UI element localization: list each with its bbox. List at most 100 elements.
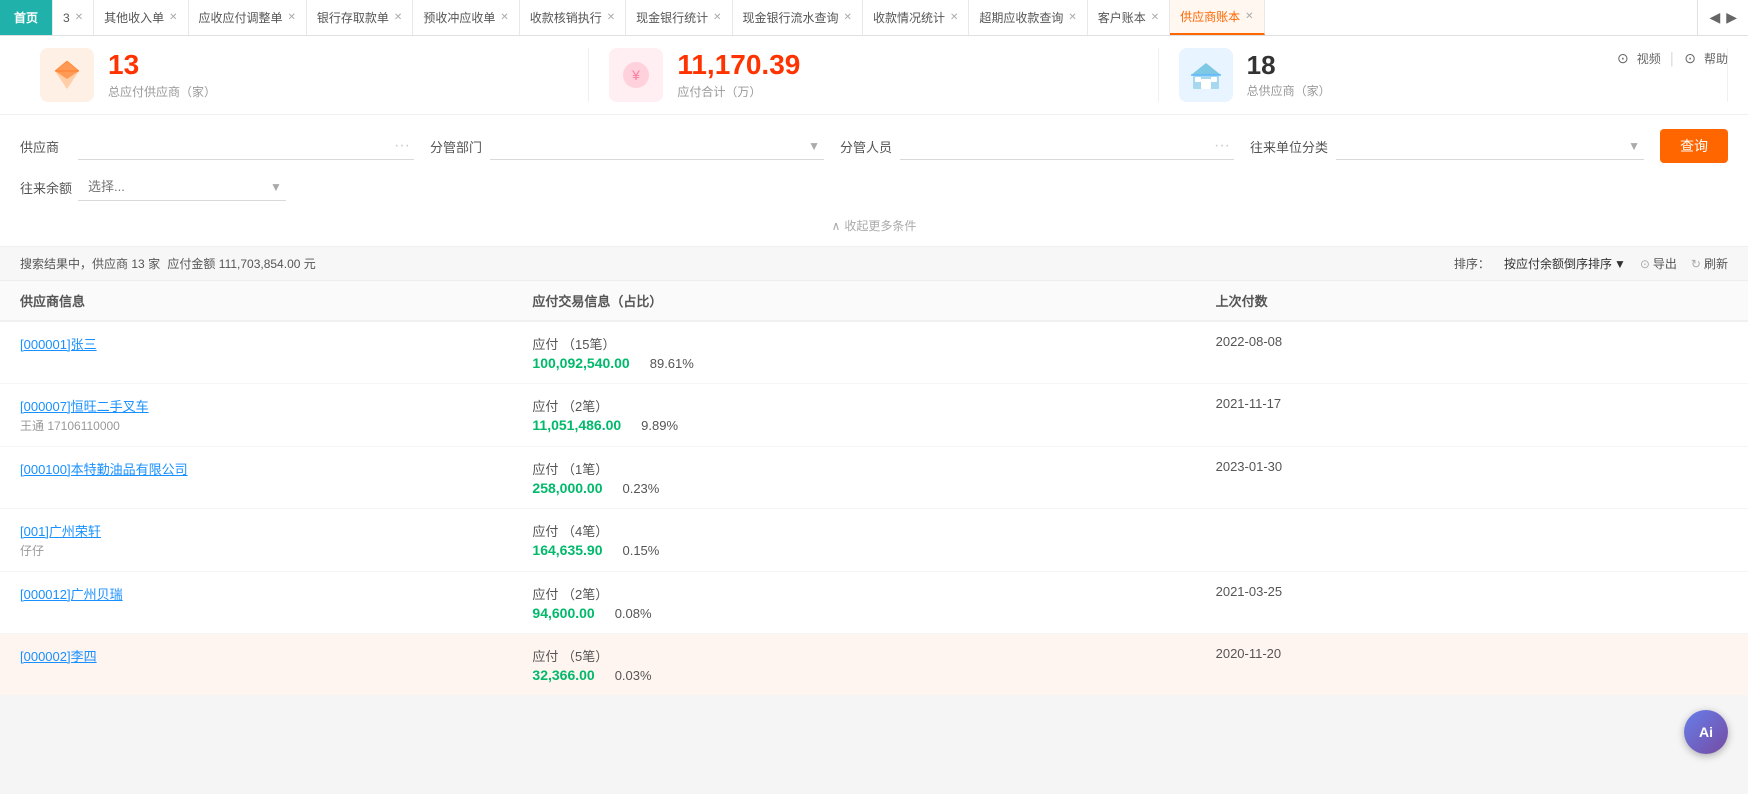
nav-tab-supplier-book[interactable]: 供应商账本 ✕: [1170, 0, 1264, 35]
close-icon[interactable]: ✕: [713, 12, 721, 23]
help-link[interactable]: 帮助: [1704, 50, 1728, 67]
tab-bank-label: 银行存取款单: [317, 9, 389, 26]
balance-input[interactable]: [82, 175, 270, 198]
supplier-link[interactable]: [000002]李四: [20, 649, 97, 664]
filter-balance: 往来余额 ▼: [20, 173, 280, 201]
supplier-dots-icon[interactable]: ···: [394, 137, 410, 155]
nav-tab-cash-flow[interactable]: 现金银行流水查询 ✕: [733, 0, 863, 35]
table-header: 供应商信息 应付交易信息（占比） 上次付数: [0, 281, 1748, 322]
close-icon[interactable]: ✕: [950, 12, 958, 23]
close-icon[interactable]: ✕: [844, 12, 852, 23]
header-lastpay: 上次付数: [1216, 291, 1728, 310]
payable-suppliers-number: 13: [108, 50, 216, 81]
lastpay-date: 2022-08-08: [1216, 334, 1283, 349]
close-icon[interactable]: ✕: [1068, 12, 1076, 23]
tab-cashstat-label: 现金银行统计: [636, 9, 708, 26]
refresh-icon: ↻: [1691, 257, 1701, 271]
nav-tab-ar-ap-adjust[interactable]: 应收应付调整单 ✕: [189, 0, 307, 35]
filter-dept: 分管部门 ▼: [430, 132, 824, 160]
result-prefix: 搜索结果中，供应商: [20, 257, 128, 271]
dept-chevron-icon[interactable]: ▼: [808, 139, 820, 153]
sort-select[interactable]: 按应付余额倒序排序 ▼: [1504, 255, 1626, 272]
table-row: [000007]恒旺二手叉车 王通 17106110000 应付 （2笔） 11…: [0, 384, 1748, 447]
tx-label: 应付 （4笔）: [532, 521, 1215, 540]
refresh-button[interactable]: ↻ 刷新: [1691, 255, 1728, 272]
summary-payable-suppliers: 13 总应付供应商（家）: [20, 48, 589, 102]
circle-icon: ⊙: [1617, 50, 1629, 67]
tx-amount: 258,000.00: [532, 480, 602, 496]
dept-filter-label: 分管部门: [430, 137, 482, 156]
supplier-input-wrap: ···: [78, 132, 414, 160]
sort-chevron-icon: ▼: [1614, 257, 1626, 271]
top-nav: 首页 3 ✕ 其他收入单 ✕ 应收应付调整单 ✕ 银行存取款单 ✕ 预收冲应收单…: [0, 0, 1748, 36]
supplier-link[interactable]: [000001]张三: [20, 337, 97, 352]
tx-row: 100,092,540.00 89.61%: [532, 355, 1215, 371]
dept-input[interactable]: [494, 134, 808, 157]
home-label: 首页: [14, 9, 38, 26]
tx-percent: 0.03%: [615, 668, 652, 683]
close-icon[interactable]: ✕: [288, 12, 296, 23]
query-button[interactable]: 查询: [1660, 129, 1728, 163]
tx-row: 11,051,486.00 9.89%: [532, 417, 1215, 433]
nav-tab-cash-stat[interactable]: 现金银行统计 ✕: [626, 0, 732, 35]
filter-row-2: 往来余额 ▼: [20, 173, 1728, 201]
nav-tab-payment-stat[interactable]: 收款情况统计 ✕: [863, 0, 969, 35]
unitclass-input[interactable]: [1340, 134, 1628, 157]
tx-row: 258,000.00 0.23%: [532, 480, 1215, 496]
lastpay-date: 2021-03-25: [1216, 584, 1283, 599]
result-bar-right: 排序： 按应付余额倒序排序 ▼ ⊙ 导出 ↻ 刷新: [1454, 255, 1728, 272]
close-icon[interactable]: ✕: [500, 12, 508, 23]
nav-tab-3[interactable]: 3 ✕: [53, 0, 94, 35]
nav-tab-overdue[interactable]: 超期应收款查询 ✕: [969, 0, 1087, 35]
supplier-link[interactable]: [000007]恒旺二手叉车: [20, 399, 149, 414]
nav-tab-bank-deposit[interactable]: 银行存取款单 ✕: [307, 0, 413, 35]
nav-tab-prepay-offset[interactable]: 预收冲应收单 ✕: [413, 0, 519, 35]
supplier-link[interactable]: [000100]本特勤油品有限公司: [20, 462, 188, 477]
person-dots-icon[interactable]: ···: [1214, 137, 1230, 155]
close-icon[interactable]: ✕: [75, 12, 83, 23]
supplier-link[interactable]: [000012]广州贝瑞: [20, 587, 123, 602]
table-row: [000012]广州贝瑞 应付 （2笔） 94,600.00 0.08% 202…: [0, 572, 1748, 634]
result-amount: 111,703,854.00: [219, 257, 301, 271]
lastpay: 2020-11-20: [1216, 646, 1728, 661]
balance-filter-label: 往来余额: [20, 178, 70, 197]
video-link[interactable]: 视频: [1637, 50, 1661, 67]
nav-tab-home[interactable]: 首页: [0, 0, 53, 35]
supplier-link[interactable]: [001]广州荣轩: [20, 524, 101, 539]
sort-label: 排序：: [1454, 255, 1490, 272]
tx-row: 164,635.90 0.15%: [532, 542, 1215, 558]
collapse-button[interactable]: ∧ 收起更多条件: [832, 217, 917, 234]
unitclass-chevron-icon[interactable]: ▼: [1628, 139, 1640, 153]
transaction-info: 应付 （2笔） 94,600.00 0.08%: [532, 584, 1215, 621]
circle-icon2: ⊙: [1684, 50, 1696, 67]
tx-label: 应付 （2笔）: [532, 584, 1215, 603]
ai-button[interactable]: Ai: [1684, 710, 1728, 754]
tab-prepay-label: 预收冲应收单: [423, 9, 495, 26]
header-supplier: 供应商信息: [20, 291, 532, 310]
balance-chevron-icon[interactable]: ▼: [270, 180, 282, 194]
refresh-label: 刷新: [1704, 255, 1728, 272]
nav-tab-payment-exec[interactable]: 收款核销执行 ✕: [520, 0, 626, 35]
close-icon[interactable]: ✕: [1245, 11, 1253, 22]
nav-tab-customer-book[interactable]: 客户账本 ✕: [1088, 0, 1170, 35]
filter-bar: 供应商 ··· 分管部门 ▼ 分管人员 ··· 往来单位分类 ▼: [0, 115, 1748, 247]
nav-tab-other-income[interactable]: 其他收入单 ✕: [94, 0, 188, 35]
close-icon[interactable]: ✕: [394, 12, 402, 23]
transaction-info: 应付 （4笔） 164,635.90 0.15%: [532, 521, 1215, 558]
unitclass-input-wrap: ▼: [1336, 132, 1644, 160]
close-icon[interactable]: ✕: [607, 12, 615, 23]
svg-text:¥: ¥: [631, 67, 640, 83]
supplier-input[interactable]: [82, 134, 394, 157]
person-input-wrap: ···: [900, 132, 1234, 160]
close-icon[interactable]: ✕: [1151, 12, 1159, 23]
person-input[interactable]: [904, 134, 1214, 157]
filter-person: 分管人员 ···: [840, 132, 1234, 160]
next-arrow-icon[interactable]: ▶: [1723, 9, 1740, 26]
collapse-label: 收起更多条件: [844, 217, 916, 234]
supplier-filter-label: 供应商: [20, 137, 70, 156]
close-icon[interactable]: ✕: [169, 12, 177, 23]
export-button[interactable]: ⊙ 导出: [1640, 255, 1677, 272]
transaction-info: 应付 （5笔） 32,366.00 0.03%: [532, 646, 1215, 683]
tab-ar-ap-label: 应收应付调整单: [199, 9, 283, 26]
prev-arrow-icon[interactable]: ◀: [1706, 9, 1723, 26]
